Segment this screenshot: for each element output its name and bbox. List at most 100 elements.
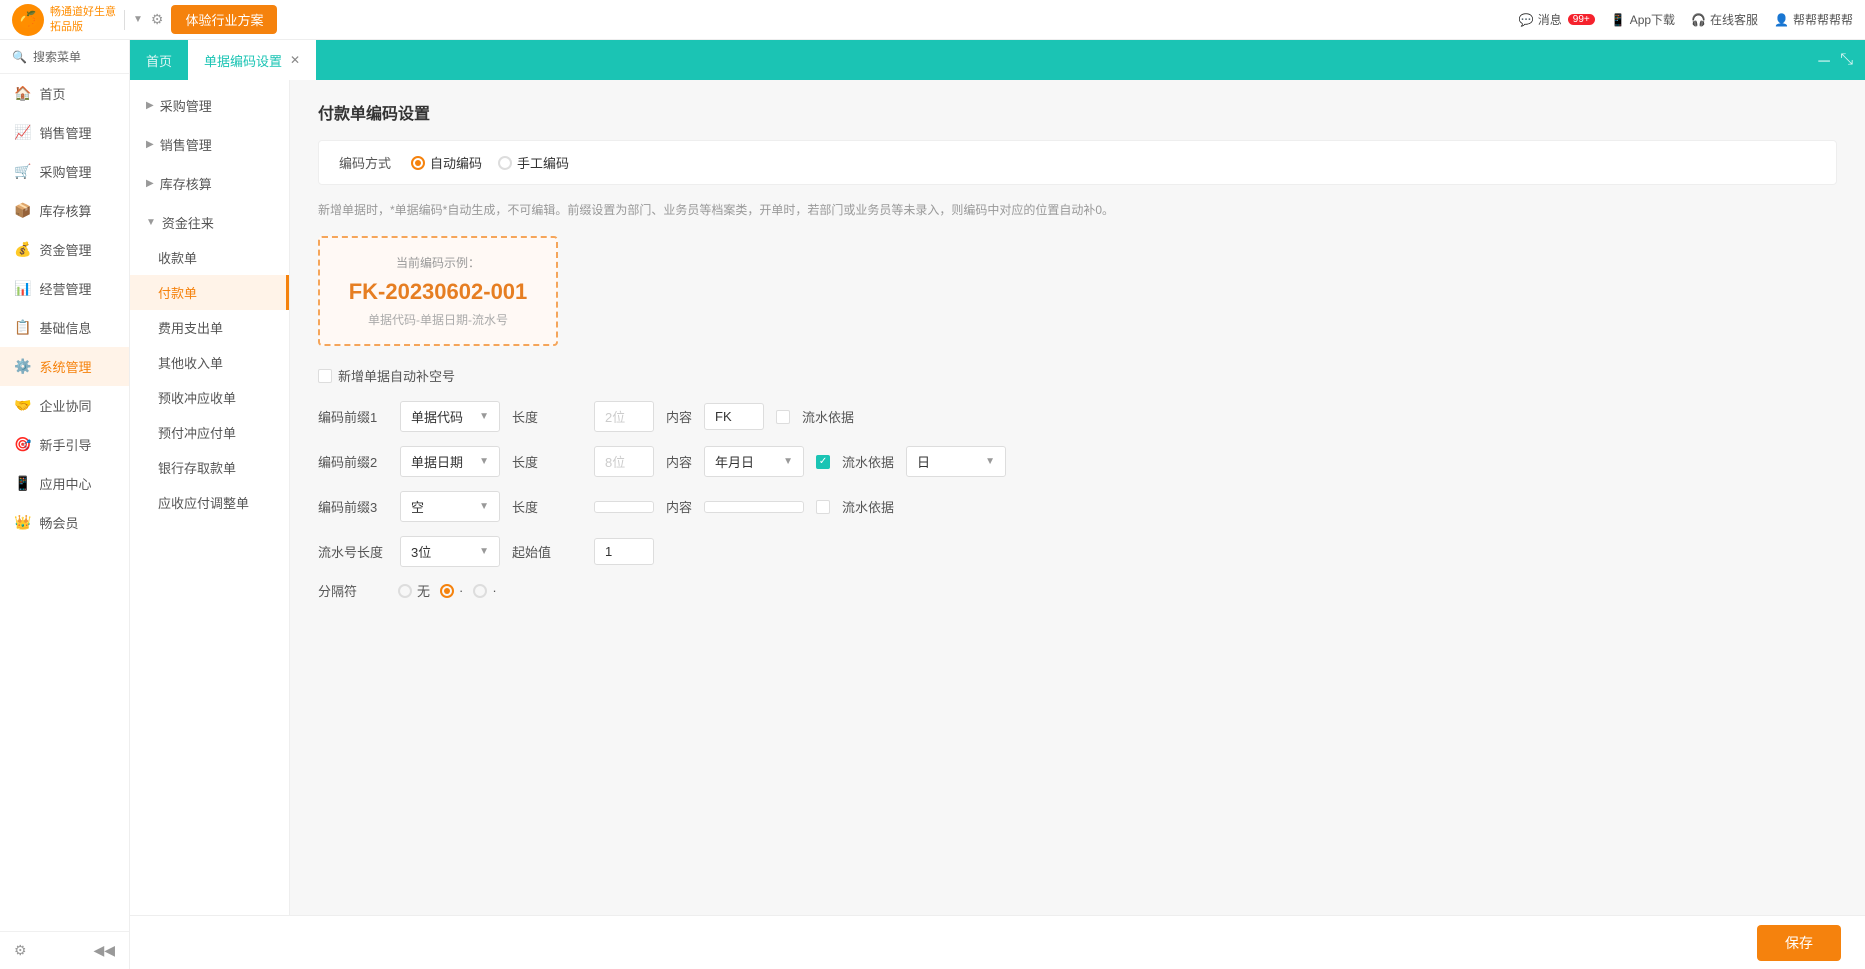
guide-icon: 🎯: [14, 436, 31, 453]
search-icon: 🔍: [12, 50, 27, 64]
tab-coding-settings[interactable]: 单据编码设置 ✕: [188, 40, 316, 80]
user-item[interactable]: 👤 帮帮帮帮帮: [1774, 11, 1853, 28]
sub-nav-adjust[interactable]: 应收应付调整单: [130, 485, 289, 520]
auto-code-dot[interactable]: [411, 156, 425, 170]
sidebar-item-apps[interactable]: 📱 应用中心: [0, 464, 129, 503]
auto-fill-row: 新增单据自动补空号: [318, 366, 1837, 385]
basic-icon: 📋: [14, 319, 31, 336]
sub-nav-inventory-title[interactable]: ▶ 库存核算: [130, 166, 289, 201]
length2-label: 长度: [512, 452, 582, 471]
tab-bar-right: － ⤡: [1816, 48, 1865, 72]
prefix2-label: 编码前缀2: [318, 452, 388, 471]
start-value-input[interactable]: 1: [594, 538, 654, 565]
settings-icon[interactable]: ⚙: [151, 11, 164, 28]
sidebar-search[interactable]: 🔍 搜索菜单: [0, 40, 129, 74]
prefix3-select[interactable]: 空 ▼: [400, 491, 500, 522]
prefix3-label: 编码前缀3: [318, 497, 388, 516]
stream1-checkbox[interactable]: [776, 410, 790, 424]
tab-home[interactable]: 首页: [130, 40, 188, 80]
avatar: 👤: [1774, 13, 1789, 27]
sep-dot-radio[interactable]: ·: [440, 583, 463, 598]
arrow-down-icon: ▼: [146, 217, 156, 228]
sidebar-item-enterprise[interactable]: 🤝 企业协同: [0, 386, 129, 425]
content1-label: 内容: [666, 407, 692, 426]
topbar-divider: [124, 10, 125, 30]
sub-nav-finance-title[interactable]: ▼ 资金往来: [130, 205, 289, 240]
arrow-right-icon3: ▶: [146, 178, 154, 189]
manual-code-dot[interactable]: [498, 156, 512, 170]
messages-item[interactable]: 💬 消息 99+: [1519, 11, 1595, 28]
sub-nav-sales-title[interactable]: ▶ 销售管理: [130, 127, 289, 162]
content2-arrow-icon: ▼: [783, 456, 793, 467]
tab-maximize-icon[interactable]: ⤡: [1840, 51, 1853, 69]
coding-radio-group: 自动编码 手工编码: [411, 153, 569, 172]
prefix2-select[interactable]: 单据日期 ▼: [400, 446, 500, 477]
coding-method-section: 编码方式 自动编码 手工编码: [318, 140, 1837, 185]
messages-badge: 99+: [1568, 14, 1595, 25]
auto-code-radio[interactable]: 自动编码: [411, 153, 482, 172]
sep-dot2-dot[interactable]: [473, 584, 487, 598]
content2-select[interactable]: 年月日 ▼: [704, 446, 804, 477]
prefix2-arrow-icon: ▼: [479, 456, 489, 467]
tab-minimize-icon[interactable]: －: [1816, 48, 1832, 72]
sep-none-dot[interactable]: [398, 584, 412, 598]
topbar-right: 💬 消息 99+ 📱 App下载 🎧 在线客服 👤 帮帮帮帮帮: [1519, 11, 1853, 28]
app-icon: 📱: [1611, 13, 1626, 27]
content3-label: 内容: [666, 497, 692, 516]
sub-nav-other-income[interactable]: 其他收入单: [130, 345, 289, 380]
save-button[interactable]: 保存: [1757, 925, 1841, 961]
sub-nav-bank[interactable]: 银行存取款单: [130, 450, 289, 485]
collapse-icon[interactable]: ◀◀: [93, 942, 115, 959]
sep-none-radio[interactable]: 无: [398, 581, 430, 600]
inventory-icon: 📦: [14, 202, 31, 219]
prefix1-select[interactable]: 单据代码 ▼: [400, 401, 500, 432]
code-preview-sub: 单据代码-单据日期-流水号: [344, 311, 532, 328]
online-service-item[interactable]: 🎧 在线客服: [1691, 11, 1758, 28]
sidebar-item-member[interactable]: 👑 畅会员: [0, 503, 129, 542]
sidebar-item-finance[interactable]: 💰 资金管理: [0, 230, 129, 269]
prefix1-arrow-icon: ▼: [479, 411, 489, 422]
sidebar-item-guide[interactable]: 🎯 新手引导: [0, 425, 129, 464]
sep-dot-dot[interactable]: [440, 584, 454, 598]
sidebar-item-system[interactable]: ⚙️ 系统管理: [0, 347, 129, 386]
sub-nav-prepay-recv[interactable]: 预收冲应收单: [130, 380, 289, 415]
serial-length-select[interactable]: 3位 ▼: [400, 536, 500, 567]
sidebar-item-basic[interactable]: 📋 基础信息: [0, 308, 129, 347]
dropdown-arrow-icon[interactable]: ▼: [133, 14, 143, 25]
separator-row: 分隔符 无 · ·: [318, 581, 1837, 600]
sidebar-item-inventory[interactable]: 📦 库存核算: [0, 191, 129, 230]
info-text: 新增单据时，*单据编码*自动生成，不可编辑。前缀设置为部门、业务员等档案类，开单…: [318, 201, 1837, 220]
sep-dot2-radio[interactable]: ·: [473, 583, 496, 598]
member-icon: 👑: [14, 514, 31, 531]
sub-nav-group-purchase: ▶ 采购管理: [130, 88, 289, 123]
tab-close-icon[interactable]: ✕: [290, 53, 300, 67]
stream2-checkbox[interactable]: ✓: [816, 455, 830, 469]
main-layout: 🔍 搜索菜单 🏠 首页 📈 销售管理 🛒 采购管理 📦 库存核算 💰 资金管理 …: [0, 40, 1865, 969]
finance-icon: 💰: [14, 241, 31, 258]
content3-input[interactable]: [704, 501, 804, 513]
tab-bar: 首页 单据编码设置 ✕ － ⤡: [130, 40, 1865, 80]
sidebar-item-home[interactable]: 🏠 首页: [0, 74, 129, 113]
stream2-period-select[interactable]: 日 ▼: [906, 446, 1006, 477]
sub-nav-payment[interactable]: 付款单: [130, 275, 289, 310]
auto-fill-checkbox[interactable]: [318, 369, 332, 383]
arrow-right-icon: ▶: [146, 100, 154, 111]
length1-label: 长度: [512, 407, 582, 426]
sub-nav-prepay-pay[interactable]: 预付冲应付单: [130, 415, 289, 450]
sidebar-item-purchase[interactable]: 🛒 采购管理: [0, 152, 129, 191]
manual-code-radio[interactable]: 手工编码: [498, 153, 569, 172]
sub-nav-receipt[interactable]: 收款单: [130, 240, 289, 275]
stream3-checkbox[interactable]: [816, 500, 830, 514]
content-area: 首页 单据编码设置 ✕ － ⤡ ▶ 采购管理: [130, 40, 1865, 969]
settings-bottom-icon[interactable]: ⚙: [14, 942, 27, 959]
content1-input[interactable]: FK: [704, 403, 764, 430]
prefix3-arrow-icon: ▼: [479, 501, 489, 512]
app-download-item[interactable]: 📱 App下载: [1611, 11, 1675, 28]
sub-nav-expense[interactable]: 费用支出单: [130, 310, 289, 345]
message-icon: 💬: [1519, 13, 1534, 27]
length2-input: 8位: [594, 446, 654, 477]
trial-button[interactable]: 体验行业方案: [171, 5, 277, 34]
sidebar-item-sales[interactable]: 📈 销售管理: [0, 113, 129, 152]
sidebar-item-operations[interactable]: 📊 经营管理: [0, 269, 129, 308]
sub-nav-purchase-title[interactable]: ▶ 采购管理: [130, 88, 289, 123]
